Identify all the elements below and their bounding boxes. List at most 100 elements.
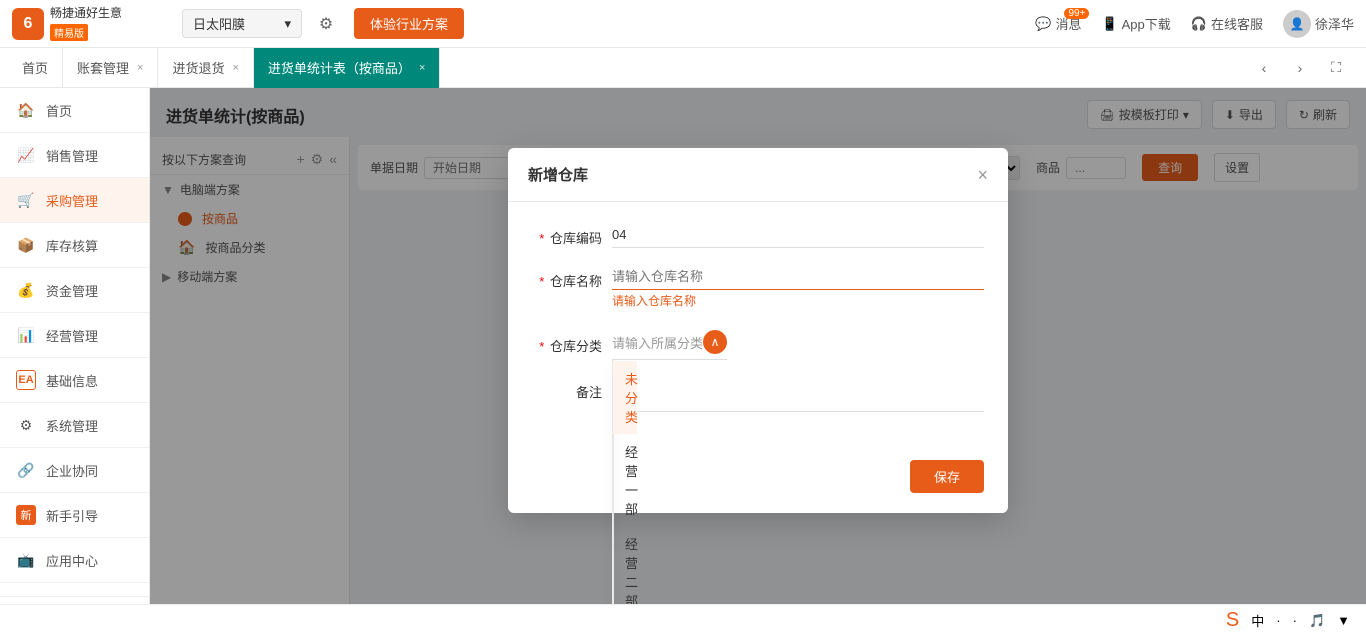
tab-purchase-stats-close-icon[interactable]: × (419, 62, 425, 74)
form-label-name: 仓库名称 (532, 265, 612, 290)
tab-purchase-stats[interactable]: 进货单统计表（按商品） × (254, 48, 440, 88)
trial-button[interactable]: 体验行业方案 (354, 8, 464, 39)
sidebar-item-label-purchase: 采购管理 (46, 191, 98, 210)
dropdown-up-icon: ∧ (703, 330, 727, 354)
messages-badge: 99+ (1064, 8, 1089, 19)
logo-text-block: 畅捷通好生意 精易版 (50, 6, 122, 41)
tab-account-management[interactable]: 账套管理 × (63, 48, 158, 88)
sidebar-item-app-center[interactable]: 📺 应用中心 (0, 538, 149, 583)
sales-icon: 📈 (16, 145, 36, 165)
modal-body: 仓库编码 仓库名称 请输入仓库名称 (508, 202, 1008, 448)
tab-right-scroll-icon[interactable]: › (1286, 54, 1314, 82)
status-music: 🎵 (1309, 613, 1325, 629)
sidebar-item-label-basic-info: 基础信息 (46, 371, 98, 390)
tab-left-scroll-icon[interactable]: ‹ (1250, 54, 1278, 82)
basic-info-icon: EA (16, 370, 36, 390)
modal-close-button[interactable]: × (977, 166, 988, 184)
form-row-name: 仓库名称 请输入仓库名称 (532, 264, 984, 309)
warehouse-name-input[interactable] (612, 264, 984, 290)
form-row-name-inner: 仓库名称 (532, 264, 984, 290)
dropdown-option-dept1[interactable]: 经营一部 (613, 434, 637, 526)
sidebar-item-label-sales: 销售管理 (46, 146, 98, 165)
sidebar-item-label-app-center: 应用中心 (46, 551, 98, 570)
form-row-code: 仓库编码 (532, 222, 984, 248)
sidebar-item-home[interactable]: 🏠 首页 (0, 88, 149, 133)
settings-icon[interactable]: ⚙ (310, 8, 342, 40)
warehouse-note-input[interactable] (612, 376, 984, 412)
sidebar-item-label-collaboration: 企业协同 (46, 461, 98, 480)
purchase-icon: 🛒 (16, 190, 36, 210)
collaboration-icon: 🔗 (16, 460, 36, 480)
dropdown-option-unclassified[interactable]: 未分类 (613, 361, 637, 434)
name-error-container: 请输入仓库名称 (532, 290, 984, 309)
header-right: 💬 消息 99+ 📱 App下载 🎧 在线客服 👤 徐泽华 (1035, 10, 1354, 38)
guide-icon: 新 (16, 505, 36, 525)
tab-purchase-return[interactable]: 进货退货 × (158, 48, 253, 88)
tab-purchase-stats-label: 进货单统计表（按商品） (268, 58, 411, 77)
operations-icon: 📊 (16, 325, 36, 345)
app-center-icon: 📺 (16, 550, 36, 570)
category-dropdown-trigger[interactable]: 请输入所属分类 ∧ (612, 325, 727, 360)
content-area: 进货单统计(按商品) 🖨 按模板打印 ▾ ⬇ 导出 ↻ 刷新 (150, 88, 1366, 636)
sidebar-item-purchase[interactable]: 🛒 采购管理 (0, 178, 149, 223)
form-row-category: 仓库分类 请输入所属分类 ∧ 未分类 (532, 325, 984, 360)
main-layout: 🏠 首页 📈 销售管理 🛒 采购管理 📦 库存核算 💰 资金管理 📊 经营管理 … (0, 88, 1366, 636)
sidebar-item-basic-info[interactable]: EA 基础信息 (0, 358, 149, 403)
home-icon: 🏠 (16, 100, 36, 120)
brand-s-icon: S (1226, 609, 1239, 632)
sidebar-item-finance[interactable]: 💰 资金管理 (0, 268, 149, 313)
store-name: 日太阳膜 (193, 14, 245, 33)
app-download-btn[interactable]: 📱 App下载 (1101, 14, 1170, 33)
tab-home-label: 首页 (22, 58, 48, 77)
top-header: 6 畅捷通好生意 精易版 日太阳膜 ▾ ⚙ 体验行业方案 💬 消息 99+ 📱 … (0, 0, 1366, 48)
message-icon: 💬 (1035, 16, 1051, 32)
warehouse-code-input[interactable] (612, 222, 984, 248)
system-icon: ⚙ (16, 415, 36, 435)
tab-home[interactable]: 首页 (8, 48, 63, 88)
tab-purchase-return-close-icon[interactable]: × (232, 62, 238, 74)
sidebar-item-inventory[interactable]: 📦 库存核算 (0, 223, 149, 268)
modal-new-warehouse: 新增仓库 × 仓库编码 仓库名称 (508, 148, 1008, 513)
username: 徐泽华 (1315, 14, 1354, 33)
logo-text: 畅捷通好生意 (50, 6, 122, 22)
sidebar-item-label-operations: 经营管理 (46, 326, 98, 345)
save-button[interactable]: 保存 (910, 460, 984, 493)
inventory-icon: 📦 (16, 235, 36, 255)
sidebar-item-label-finance: 资金管理 (46, 281, 98, 300)
sidebar-item-label-system: 系统管理 (46, 416, 98, 435)
app-download-label: App下载 (1122, 14, 1171, 33)
messages-btn[interactable]: 💬 消息 99+ (1035, 14, 1081, 33)
chevron-down-icon: ▾ (284, 16, 291, 32)
tab-expand-icon[interactable]: ⛶ (1322, 54, 1350, 82)
store-selector[interactable]: 日太阳膜 ▾ (182, 9, 302, 38)
sidebar-item-guide[interactable]: 新 新手引导 (0, 493, 149, 538)
status-zh: 中 (1251, 611, 1264, 630)
category-dropdown-menu: 未分类 经营一部 经营二部 物业部 (612, 360, 614, 636)
user-area[interactable]: 👤 徐泽华 (1283, 10, 1354, 38)
sidebar-item-label-guide: 新手引导 (46, 506, 98, 525)
form-row-note: 备注 (532, 376, 984, 412)
sidebar-item-system[interactable]: ⚙ 系统管理 (0, 403, 149, 448)
tab-account-label: 账套管理 (77, 58, 129, 77)
finance-icon: 💰 (16, 280, 36, 300)
logo-area: 6 畅捷通好生意 精易版 (12, 6, 162, 41)
sidebar-item-operations[interactable]: 📊 经营管理 (0, 313, 149, 358)
headset-icon: 🎧 (1191, 16, 1207, 32)
sidebar-item-collaboration[interactable]: 🔗 企业协同 (0, 448, 149, 493)
form-row-category-inner: 仓库分类 请输入所属分类 ∧ (532, 325, 727, 360)
logo-badge: 精易版 (50, 24, 88, 41)
status-chevron: ▼ (1337, 613, 1350, 628)
form-label-note: 备注 (532, 376, 612, 401)
form-label-category: 仓库分类 (532, 330, 612, 355)
modal-header: 新增仓库 × (508, 148, 1008, 202)
modal-title: 新增仓库 (528, 164, 588, 185)
sidebar-item-label-inventory: 库存核算 (46, 236, 98, 255)
online-service-label: 在线客服 (1211, 14, 1263, 33)
online-service-btn[interactable]: 🎧 在线客服 (1191, 14, 1263, 33)
sidebar-item-label-home: 首页 (46, 101, 72, 120)
tab-actions: ‹ › ⛶ (1242, 54, 1358, 82)
form-label-code: 仓库编码 (532, 222, 612, 247)
avatar: 👤 (1283, 10, 1311, 38)
sidebar-item-sales[interactable]: 📈 销售管理 (0, 133, 149, 178)
tab-account-close-icon[interactable]: × (137, 62, 143, 74)
